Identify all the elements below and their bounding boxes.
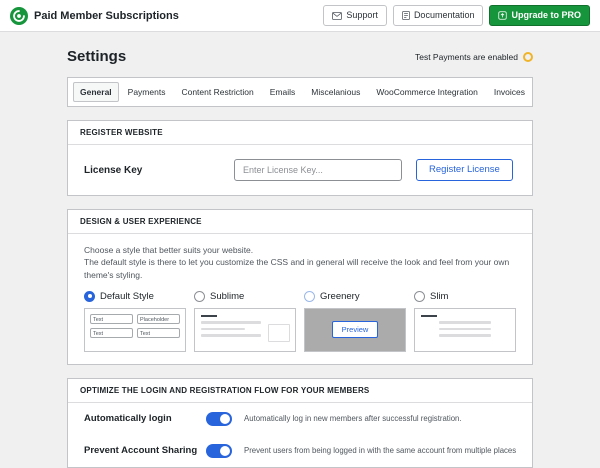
topbar-actions: Support Documentation Upgrade to PRO [323,5,590,26]
prevent-account-sharing-label: Prevent Account Sharing [84,445,198,457]
style-option-greenery[interactable]: Greenery Preview [304,290,406,352]
thumbnail-line [201,334,261,337]
design-card: DESIGN & USER EXPERIENCE Choose a style … [67,209,533,365]
prevent-account-sharing-toggle[interactable] [206,443,232,458]
license-key-row: License Key Register License [68,145,532,195]
status-ring-icon [523,51,533,62]
register-website-card: REGISTER WEBSITE License Key Register Li… [67,120,533,196]
tab-miscelanious[interactable]: Miscelanious [304,82,367,102]
envelope-icon [332,11,343,20]
style-option-default-row: Default Style [84,290,186,302]
status-text: Test Payments are enabled [414,51,518,62]
tab-invoices[interactable]: Invoices [487,82,532,102]
document-icon [402,11,410,20]
style-option-default-label: Default Style [100,290,154,302]
style-thumbnail-sublime[interactable] [194,307,296,352]
tab-content-restriction[interactable]: Content Restriction [174,82,260,102]
topbar: Paid Member Subscriptions Support Docume… [0,0,600,32]
thumbnail-line [439,321,491,324]
login-flow-card: OPTIMIZE THE LOGIN AND REGISTRATION FLOW… [67,377,533,468]
license-key-label: License Key [84,164,143,176]
style-option-slim[interactable]: Slim [414,290,516,352]
style-option-default[interactable]: Default Style Text Placeholder Text Text [84,290,186,352]
tab-payments[interactable]: Payments [121,82,173,102]
support-label: Support [346,10,378,20]
page-title: Settings [67,48,127,65]
upgrade-icon [498,11,508,20]
style-thumbnail-slim[interactable] [414,307,516,352]
style-option-slim-label: Slim [430,290,449,302]
register-website-heading: REGISTER WEBSITE [68,121,532,145]
settings-page: Settings Test Payments are enabled Gener… [67,32,533,468]
thumbnail-line [439,327,491,331]
design-description-line1: Choose a style that better suits your we… [84,245,254,255]
design-body: Choose a style that better suits your we… [68,234,532,364]
radio-greenery[interactable] [304,290,315,302]
upgrade-pro-button[interactable]: Upgrade to PRO [489,5,590,26]
page-head: Settings Test Payments are enabled [67,48,533,65]
style-options: Default Style Text Placeholder Text Text… [84,290,516,352]
thumbnail-line [439,334,491,337]
upgrade-label: Upgrade to PRO [511,10,581,20]
tab-emails[interactable]: Emails [263,82,303,102]
license-key-input[interactable] [234,159,402,181]
test-payments-status: Test Payments are enabled [414,51,533,62]
radio-slim[interactable] [414,290,425,302]
design-heading: DESIGN & USER EXPERIENCE [68,210,532,234]
automatically-login-toggle[interactable] [206,411,232,426]
style-option-greenery-label: Greenery [320,290,360,302]
thumbnail-field: Text [90,327,133,338]
style-option-slim-row: Slim [414,290,516,302]
style-option-sublime[interactable]: Sublime [194,290,296,352]
thumbnail-title-bar [201,314,217,318]
automatically-login-row: Automatically login Automatically log in… [68,403,532,435]
thumbnail-field: Text [137,327,180,338]
preview-button[interactable]: Preview [331,321,379,339]
style-option-sublime-row: Sublime [194,290,296,302]
thumbnail-field: Text [90,313,133,324]
automatically-login-description: Automatically log in new members after s… [244,414,462,424]
thumbnail-field: Placeholder [137,313,180,324]
style-option-sublime-label: Sublime [210,290,245,302]
prevent-account-sharing-row: Prevent Account Sharing Prevent users fr… [68,435,532,467]
documentation-label: Documentation [413,10,475,20]
brand: Paid Member Subscriptions [10,6,179,25]
settings-tabs: General Payments Content Restriction Ema… [67,77,533,107]
documentation-button[interactable]: Documentation [392,5,484,26]
style-option-greenery-row: Greenery [304,290,406,302]
automatically-login-label: Automatically login [84,413,172,425]
radio-sublime[interactable] [194,290,205,302]
style-thumbnail-default[interactable]: Text Placeholder Text Text [84,307,186,352]
style-thumbnail-greenery[interactable]: Preview [304,307,406,352]
tab-woocommerce-integration[interactable]: WooCommerce Integration [369,82,484,102]
tab-general[interactable]: General [73,82,119,102]
thumbnail-line [201,327,245,331]
prevent-account-sharing-description: Prevent users from being logged in with … [244,446,516,456]
pms-logo-icon [10,6,28,25]
support-button[interactable]: Support [323,5,387,26]
thumbnail-title-bar [421,314,437,318]
radio-default-style[interactable] [84,290,95,302]
login-flow-heading: OPTIMIZE THE LOGIN AND REGISTRATION FLOW… [68,379,532,403]
thumbnail-box [268,323,290,342]
design-description-line2: The default style is there to let you cu… [84,257,510,280]
app-title: Paid Member Subscriptions [34,9,179,22]
thumbnail-line [201,321,261,324]
register-license-button[interactable]: Register License [416,159,513,181]
